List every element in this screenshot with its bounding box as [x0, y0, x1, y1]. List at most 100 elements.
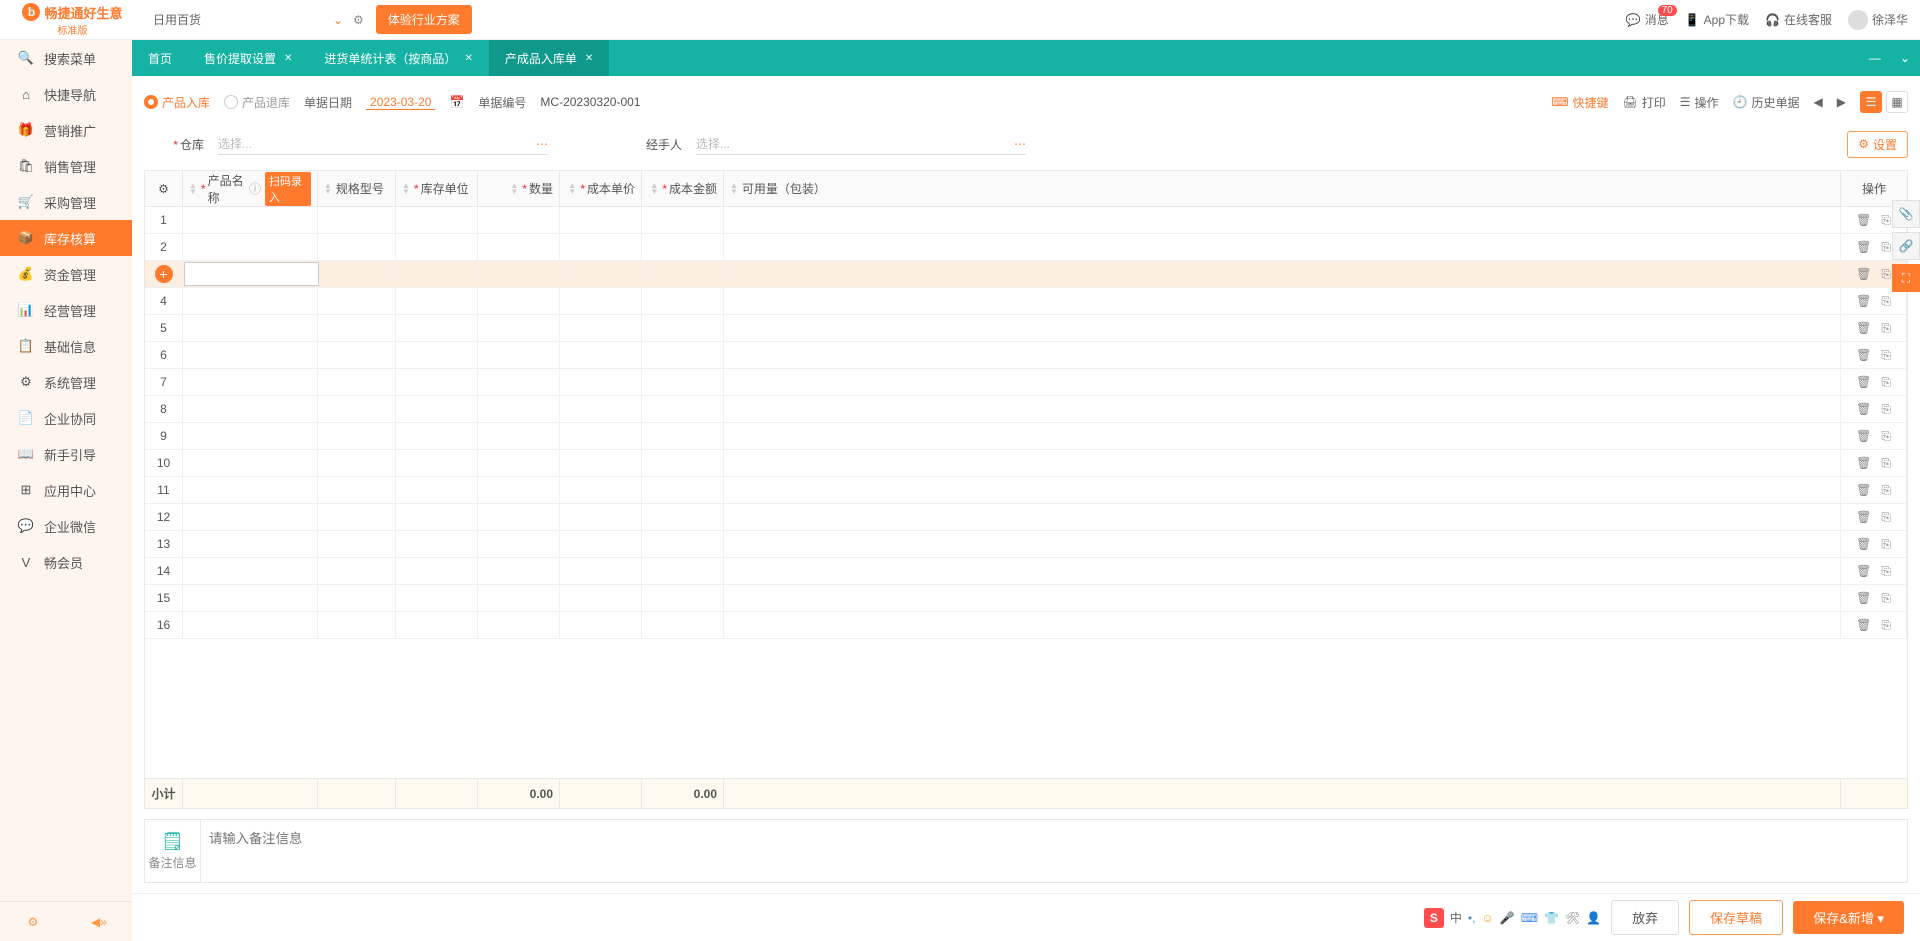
cell-product-name[interactable] [183, 207, 318, 233]
cell-unit[interactable] [396, 450, 478, 476]
cell-amount[interactable] [642, 234, 724, 260]
cell-spec[interactable] [318, 612, 396, 638]
delete-row-icon[interactable]: 🗑 [1856, 267, 1871, 282]
cell-unit[interactable] [396, 342, 478, 368]
sidebar-collapse-button[interactable]: ◀» [66, 902, 132, 941]
cell-spec[interactable] [318, 450, 396, 476]
cell-unit[interactable] [398, 261, 480, 287]
table-row[interactable]: 8 🗑⎘ [145, 396, 1907, 423]
cell-product-name[interactable] [183, 288, 318, 314]
tab-1[interactable]: 售价提取设置✕ [188, 40, 308, 76]
scan-entry-button[interactable]: 扫码录入 [265, 172, 311, 206]
cell-product-name[interactable] [183, 234, 318, 260]
cell-product-name[interactable] [183, 558, 318, 584]
table-row[interactable]: 12 🗑⎘ [145, 504, 1907, 531]
messages-link[interactable]: 💬 消息 70 [1626, 11, 1669, 28]
delete-row-icon[interactable]: 🗑 [1856, 294, 1871, 309]
cell-spec[interactable] [318, 558, 396, 584]
copy-row-icon[interactable]: ⎘ [1881, 537, 1891, 552]
table-row[interactable]: 1 🗑⎘ [145, 207, 1907, 234]
rail-expand-button[interactable]: ⛶ [1892, 264, 1920, 292]
sidebar-item-9[interactable]: ⚙系统管理 [0, 364, 132, 400]
cell-price[interactable] [560, 315, 642, 341]
cell-unit[interactable] [396, 207, 478, 233]
sidebar-item-14[interactable]: V畅会员 [0, 544, 132, 580]
ellipsis-icon[interactable]: ⋯ [536, 137, 548, 151]
view-grid-toggle[interactable]: ▦ [1886, 91, 1908, 113]
copy-row-icon[interactable]: ⎘ [1881, 294, 1891, 309]
cell-unit[interactable] [396, 369, 478, 395]
copy-row-icon[interactable]: ⎘ [1881, 618, 1891, 633]
cell-price[interactable] [560, 612, 642, 638]
next-button[interactable]: ▶ [1837, 95, 1846, 109]
rail-attach-button[interactable]: 📎 [1892, 200, 1920, 228]
user-menu[interactable]: 徐泽华 [1848, 10, 1908, 30]
cell-product-name[interactable] [183, 342, 318, 368]
copy-row-icon[interactable]: ⎘ [1881, 429, 1891, 444]
cell-qty[interactable] [478, 477, 560, 503]
sidebar-item-4[interactable]: 🛒采购管理 [0, 184, 132, 220]
table-row[interactable]: 16 🗑⎘ [145, 612, 1907, 639]
note-textarea[interactable] [201, 820, 1907, 882]
delete-row-icon[interactable]: 🗑 [1856, 375, 1871, 390]
table-row[interactable]: 15 🗑⎘ [145, 585, 1907, 612]
table-row[interactable]: 4 🗑⎘ [145, 288, 1907, 315]
handler-input[interactable]: 选择... ⋯ [696, 133, 1026, 155]
cell-product-name[interactable] [183, 423, 318, 449]
delete-row-icon[interactable]: 🗑 [1856, 483, 1871, 498]
cell-qty[interactable] [478, 450, 560, 476]
delete-row-icon[interactable]: 🗑 [1856, 537, 1871, 552]
tab-3[interactable]: 产成品入库单✕ [489, 40, 609, 76]
view-list-toggle[interactable]: ☰ [1860, 91, 1882, 113]
cell-price[interactable] [560, 342, 642, 368]
table-row[interactable]: 10 🗑⎘ [145, 450, 1907, 477]
sidebar-item-6[interactable]: 💰资金管理 [0, 256, 132, 292]
delete-row-icon[interactable]: 🗑 [1856, 402, 1871, 417]
header-amount[interactable]: ▲▼ *成本金额 [642, 171, 724, 206]
history-button[interactable]: 🕘 历史单据 [1733, 94, 1800, 111]
delete-row-icon[interactable]: 🗑 [1856, 240, 1871, 255]
try-industry-button[interactable]: 体验行业方案 [376, 5, 472, 34]
ime-emoji-icon[interactable]: ☺ [1481, 911, 1493, 925]
delete-row-icon[interactable]: 🗑 [1856, 321, 1871, 336]
table-row[interactable]: + 🗑⎘ [145, 261, 1907, 288]
prev-button[interactable]: ◀ [1814, 95, 1823, 109]
cell-amount[interactable] [642, 585, 724, 611]
cell-qty[interactable] [478, 558, 560, 584]
cell-product-name[interactable] [184, 262, 319, 286]
tab-2[interactable]: 进货单统计表（按商品）✕ [308, 40, 488, 76]
cell-product-name[interactable] [183, 585, 318, 611]
copy-row-icon[interactable]: ⎘ [1881, 267, 1891, 282]
copy-row-icon[interactable]: ⎘ [1881, 321, 1891, 336]
ime-mic-icon[interactable]: 🎤 [1500, 911, 1515, 925]
ime-lang[interactable]: 中 [1450, 909, 1462, 926]
copy-row-icon[interactable]: ⎘ [1881, 591, 1891, 606]
header-spec[interactable]: ▲▼ 规格型号 [318, 171, 396, 206]
cell-unit[interactable] [396, 477, 478, 503]
cell-amount[interactable] [642, 531, 724, 557]
cell-price[interactable] [560, 477, 642, 503]
cell-amount[interactable] [642, 612, 724, 638]
cell-spec[interactable] [318, 342, 396, 368]
tab-0[interactable]: 首页 [132, 40, 188, 76]
cell-qty[interactable] [478, 369, 560, 395]
cell-unit[interactable] [396, 423, 478, 449]
tabs-minimize-button[interactable]: — [1860, 40, 1890, 76]
tabs-menu-button[interactable]: ⌄ [1890, 40, 1920, 76]
cell-product-name[interactable] [183, 504, 318, 530]
cell-amount[interactable] [642, 504, 724, 530]
operate-button[interactable]: ☰ 操作 [1680, 94, 1719, 111]
header-qty[interactable]: ▲▼ *数量 [478, 171, 560, 206]
cell-amount[interactable] [642, 423, 724, 449]
cell-qty[interactable] [478, 612, 560, 638]
sidebar-item-5[interactable]: 📦库存核算 [0, 220, 132, 256]
cell-product-name[interactable] [183, 450, 318, 476]
cell-price[interactable] [560, 504, 642, 530]
cell-price[interactable] [560, 396, 642, 422]
cell-amount[interactable] [642, 558, 724, 584]
cell-amount[interactable] [642, 396, 724, 422]
table-row[interactable]: 13 🗑⎘ [145, 531, 1907, 558]
table-row[interactable]: 2 🗑⎘ [145, 234, 1907, 261]
cell-amount[interactable] [642, 477, 724, 503]
sidebar-item-2[interactable]: 🎁营销推广 [0, 112, 132, 148]
